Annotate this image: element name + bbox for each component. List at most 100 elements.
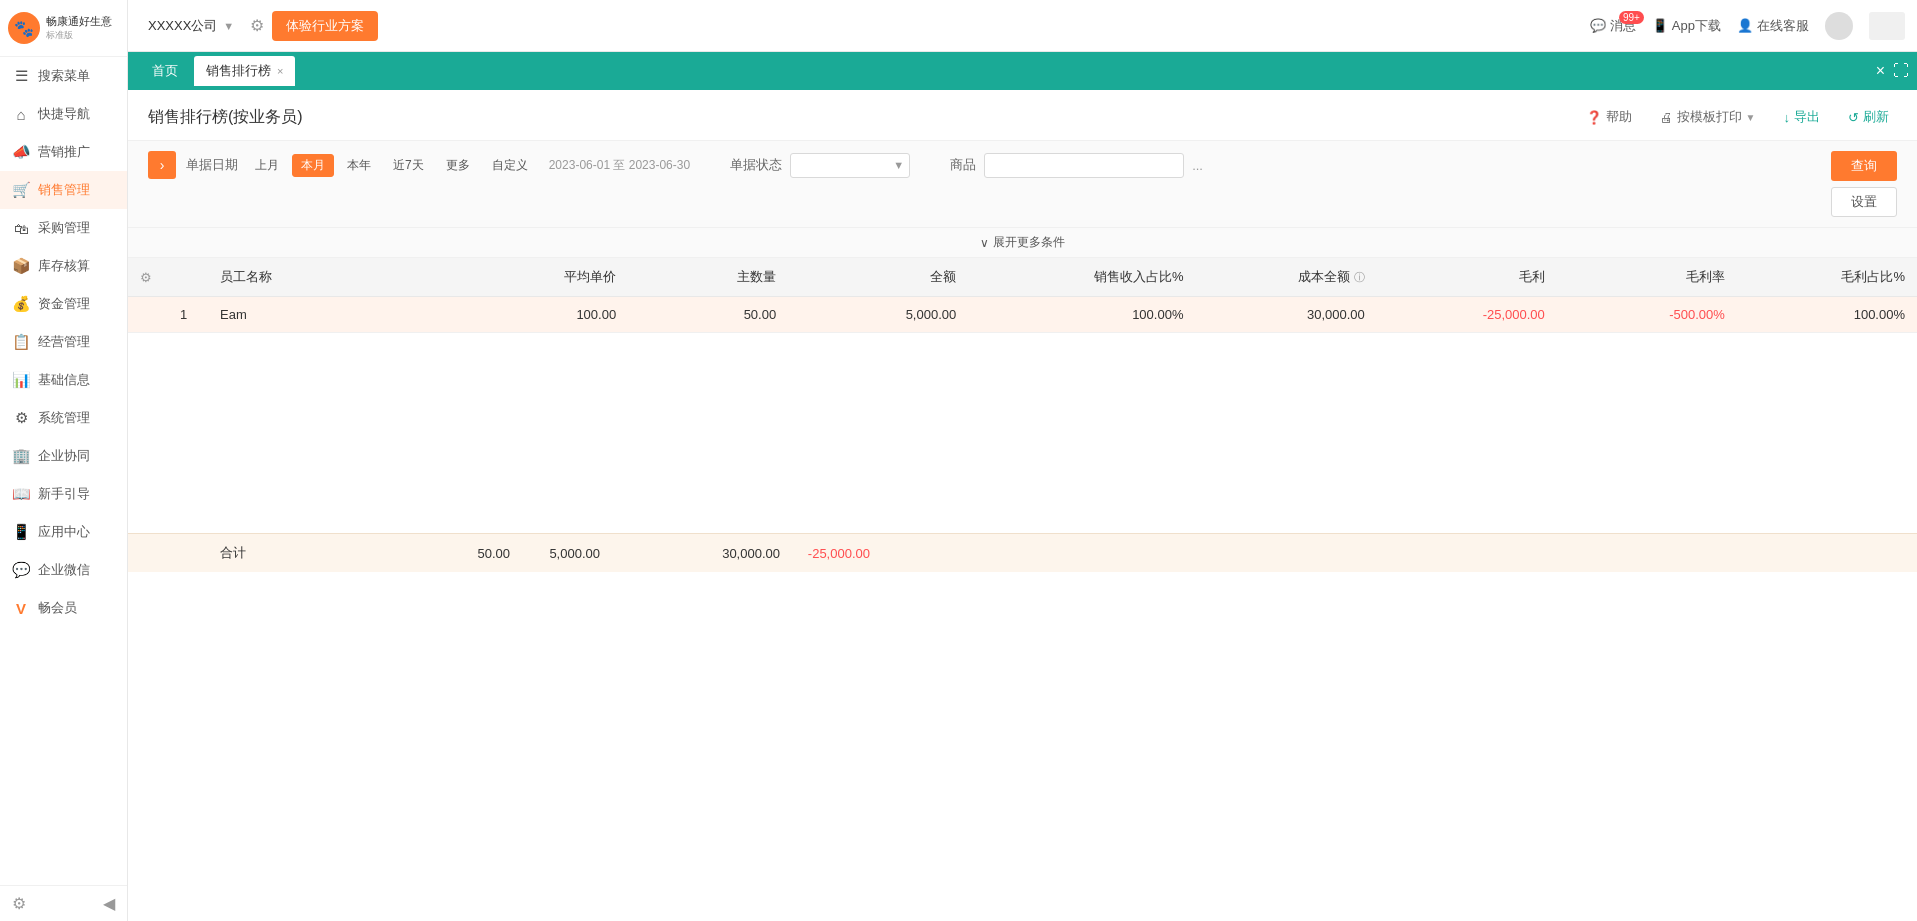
export-button[interactable]: ↓ 导出 <box>1776 104 1829 130</box>
tab-close-icon[interactable]: × <box>277 65 283 77</box>
table-header-row: ⚙ 员工名称 平均单价 主数量 全额 <box>128 258 1917 297</box>
refresh-button[interactable]: ↺ 刷新 <box>1840 104 1897 130</box>
online-service-button[interactable]: 👤 在线客服 <box>1737 17 1809 35</box>
tab-home[interactable]: 首页 <box>136 56 194 86</box>
message-button[interactable]: 💬 消息 99+ <box>1590 17 1636 35</box>
sidebar-item-label: 新手引导 <box>38 485 90 503</box>
sales-icon: 🛒 <box>12 181 30 199</box>
cell-profit-rate: -500.00% <box>1557 297 1737 333</box>
cell-profit: -25,000.00 <box>1377 297 1557 333</box>
apps-icon: 📱 <box>12 523 30 541</box>
sidebar-item-label: 畅会员 <box>38 599 77 617</box>
print-chevron-icon: ▼ <box>1746 112 1756 123</box>
print-button[interactable]: 🖨 按模板打印 ▼ <box>1652 104 1764 130</box>
try-industry-button[interactable]: 体验行业方案 <box>272 11 378 41</box>
date-prev-month-btn[interactable]: 上月 <box>246 154 288 177</box>
sidebar-item-search[interactable]: ☰ 搜索菜单 <box>0 57 127 95</box>
tab-sales-ranking[interactable]: 销售排行榜 × <box>194 56 295 86</box>
sidebar-item-system[interactable]: ⚙ 系统管理 <box>0 399 127 437</box>
tab-minimize-icon[interactable]: × <box>1876 62 1885 80</box>
sidebar-item-purchase[interactable]: 🛍 采购管理 <box>0 209 127 247</box>
col-header-rank <box>168 258 208 297</box>
filter-status: 单据状态 ▼ <box>730 153 910 178</box>
tab-label: 销售排行榜 <box>206 62 271 80</box>
date-custom-btn[interactable]: 自定义 <box>483 154 537 177</box>
settings-icon[interactable]: ⚙ <box>250 16 264 35</box>
member-icon: V <box>12 600 30 617</box>
app-download-button[interactable]: 📱 App下载 <box>1652 17 1721 35</box>
sidebar-collapse-icon[interactable]: ◀ <box>103 894 115 913</box>
sidebar-item-operations[interactable]: 📋 经营管理 <box>0 323 127 361</box>
col-header-profit-rate: 毛利率 <box>1557 258 1737 297</box>
expand-bar[interactable]: ∨ 展开更多条件 <box>128 228 1917 258</box>
footer-profit-value: -25,000.00 <box>808 546 870 561</box>
sidebar-item-basic[interactable]: 📊 基础信息 <box>0 361 127 399</box>
col-header-qty: 主数量 <box>628 258 788 297</box>
sidebar-item-label: 企业协同 <box>38 447 90 465</box>
avatar[interactable] <box>1825 12 1853 40</box>
expand-more-button[interactable]: ∨ 展开更多条件 <box>980 234 1065 251</box>
date-more-btn[interactable]: 更多 <box>437 154 479 177</box>
user-menu[interactable] <box>1869 12 1905 40</box>
company-selector[interactable]: XXXXX公司 ▼ <box>140 13 242 39</box>
footer-qty: 50.00 <box>430 546 510 561</box>
col-header-settings: ⚙ <box>128 258 168 297</box>
sidebar-item-finance[interactable]: 💰 资金管理 <box>0 285 127 323</box>
sidebar-item-guide[interactable]: 📖 新手引导 <box>0 475 127 513</box>
tab-right-actions: × ⛶ <box>1876 62 1909 80</box>
operations-icon: 📋 <box>12 333 30 351</box>
print-icon: 🖨 <box>1660 110 1673 125</box>
footer-cost: 30,000.00 <box>690 546 780 561</box>
purchase-icon: 🛍 <box>12 220 30 237</box>
marketing-icon: 📣 <box>12 143 30 161</box>
sidebar: 🐾 畅康通好生意 标准版 ☰ 搜索菜单 ⌂ 快捷导航 📣 营销推广 🛒 销售管理… <box>0 0 128 921</box>
help-button[interactable]: ❓ 帮助 <box>1578 104 1640 130</box>
export-icon: ↓ <box>1784 110 1791 125</box>
cost-help-icon[interactable]: ⓘ <box>1354 271 1365 283</box>
sidebar-item-label: 快捷导航 <box>38 105 90 123</box>
basic-icon: 📊 <box>12 371 30 389</box>
sidebar-item-label: 基础信息 <box>38 371 90 389</box>
sidebar-item-label: 应用中心 <box>38 523 90 541</box>
app-download-label: App下载 <box>1672 17 1721 35</box>
query-button[interactable]: 查询 <box>1831 151 1897 181</box>
filter-expand-toggle[interactable]: › <box>148 151 176 179</box>
filter-action-buttons: 查询 设置 <box>1831 151 1897 217</box>
date-range-label: 2023-06-01 至 2023-06-30 <box>549 157 690 174</box>
help-label: 帮助 <box>1606 108 1632 126</box>
sidebar-item-shortcut[interactable]: ⌂ 快捷导航 <box>0 95 127 133</box>
goods-input[interactable] <box>984 153 1184 178</box>
table-body: 1 Eam 100.00 50.00 5,000.00 <box>128 297 1917 333</box>
sidebar-item-wechat[interactable]: 💬 企业微信 <box>0 551 127 589</box>
status-select[interactable] <box>790 153 910 178</box>
sidebar-item-apps[interactable]: 📱 应用中心 <box>0 513 127 551</box>
sidebar-item-label: 资金管理 <box>38 295 90 313</box>
cell-avg: 100.00 <box>448 297 628 333</box>
sidebar-item-sales[interactable]: 🛒 销售管理 <box>0 171 127 209</box>
sidebar-item-member[interactable]: V 畅会员 <box>0 589 127 627</box>
filter-goods: 商品 ... <box>950 153 1203 178</box>
page-title: 销售排行榜(按业务员) <box>148 107 303 128</box>
footer-cost-value: 30,000.00 <box>722 546 780 561</box>
chevron-down-icon: ▼ <box>223 20 234 32</box>
date-7days-btn[interactable]: 近7天 <box>384 154 433 177</box>
footer-total-label: 合计 <box>220 545 246 560</box>
help-icon: ❓ <box>1586 110 1602 125</box>
date-this-month-btn[interactable]: 本月 <box>292 154 334 177</box>
date-this-year-btn[interactable]: 本年 <box>338 154 380 177</box>
col-header-profit: 毛利 <box>1377 258 1557 297</box>
col-header-cost: 成本全额 ⓘ <box>1195 258 1376 297</box>
table-head: ⚙ 员工名称 平均单价 主数量 全额 <box>128 258 1917 297</box>
sidebar-settings-icon[interactable]: ⚙ <box>12 894 26 913</box>
col-header-name: 员工名称 <box>208 258 448 297</box>
filter-date: 单据日期 上月 本月 本年 近7天 更多 自定义 2023-06-01 至 20… <box>186 154 690 177</box>
cell-rank: 1 <box>168 297 208 333</box>
sidebar-item-inventory[interactable]: 📦 库存核算 <box>0 247 127 285</box>
goods-more-dots[interactable]: ... <box>1192 158 1203 173</box>
column-settings-icon[interactable]: ⚙ <box>140 270 152 285</box>
page-content: 销售排行榜(按业务员) ❓ 帮助 🖨 按模板打印 ▼ ↓ 导出 ↺ 刷新 <box>128 90 1917 921</box>
settings-button[interactable]: 设置 <box>1831 187 1897 217</box>
sidebar-item-enterprise[interactable]: 🏢 企业协同 <box>0 437 127 475</box>
tab-expand-icon[interactable]: ⛶ <box>1893 62 1909 80</box>
sidebar-item-marketing[interactable]: 📣 营销推广 <box>0 133 127 171</box>
